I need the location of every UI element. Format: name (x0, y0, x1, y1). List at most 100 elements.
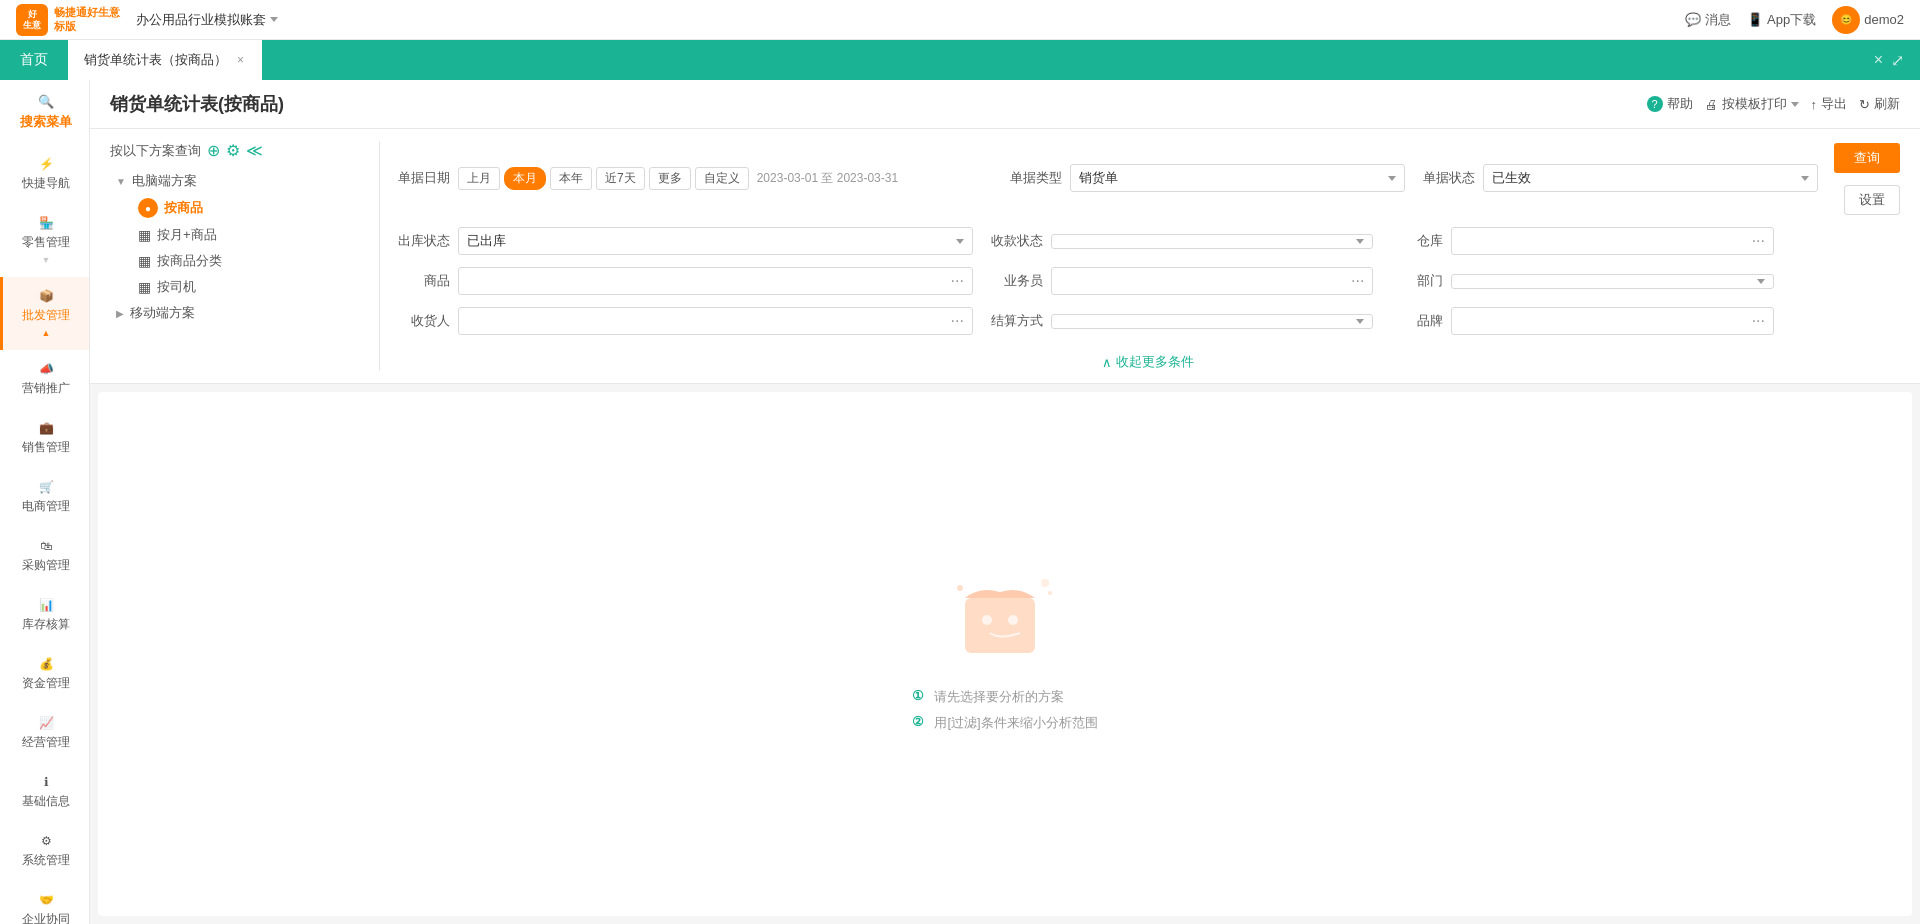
sidebar-item-retail[interactable]: 🏪 零售管理 ▼ (0, 204, 89, 277)
filter-group-outstatus: 出库状态 已出库 (396, 227, 973, 255)
sidebar-item-search-menu[interactable]: 🔍 搜索菜单 (0, 80, 89, 145)
scheme-active-icon: ● (138, 198, 158, 218)
svg-point-5 (1041, 579, 1049, 587)
tree-section-pc[interactable]: ▼ 电脑端方案 (110, 168, 367, 194)
svg-rect-0 (965, 598, 1035, 653)
window-close-button[interactable]: × (1874, 51, 1883, 69)
svg-point-1 (982, 615, 992, 625)
outstatus-select[interactable]: 已出库 (458, 227, 973, 255)
sidebar-item-operations[interactable]: 📈 经营管理 (0, 704, 89, 763)
outstatus-value: 已出库 (467, 232, 506, 250)
salesman-input[interactable]: ··· (1051, 267, 1374, 295)
salesman-more-icon[interactable]: ··· (1351, 272, 1364, 290)
date-more-button[interactable]: 更多 (649, 167, 691, 190)
app-selector[interactable]: 办公用品行业模拟账套 (128, 7, 286, 33)
filter-row-1: 单据日期 上月 本月 本年 近7天 更多 自定义 2023-03-01 至 20… (396, 141, 1900, 215)
empty-text: ① 请先选择要分析的方案 ② 用[过滤]条件来缩小分析范围 (912, 688, 1097, 740)
brand-more-icon[interactable]: ··· (1752, 312, 1765, 330)
tree-section-mobile[interactable]: ▶ 移动端方案 (110, 300, 367, 326)
date-this-year-button[interactable]: 本年 (550, 167, 592, 190)
filter-group-warehouse: 仓库 ··· (1389, 227, 1774, 255)
empty-svg (945, 568, 1065, 668)
inventory-icon: 📊 (39, 598, 54, 612)
window-maximize-button[interactable]: ⤢ (1891, 51, 1904, 70)
payment-label: 结算方式 (989, 312, 1043, 330)
tab-active[interactable]: 销货单统计表（按商品） × (68, 40, 262, 80)
help-button[interactable]: ? 帮助 (1647, 95, 1693, 113)
app-download-button[interactable]: 📱 App下载 (1747, 11, 1816, 29)
query-btn-group: 查询 设置 (1834, 141, 1900, 215)
filter-group-receiver: 收货人 ··· (396, 307, 973, 335)
date-custom-button[interactable]: 自定义 (695, 167, 749, 190)
tree-item-by-category[interactable]: ▦ 按商品分类 (110, 248, 367, 274)
warehouse-more-icon[interactable]: ··· (1752, 232, 1765, 250)
docstatus-select[interactable]: 已生效 (1483, 164, 1818, 192)
goods-input[interactable]: ··· (458, 267, 973, 295)
enterprise-icon: 🤝 (39, 893, 54, 907)
tree-arrow-icon: ▼ (116, 176, 126, 187)
collapse-up-icon: ∧ (1102, 355, 1112, 370)
sidebar-item-finance[interactable]: 💰 资金管理 (0, 645, 89, 704)
sidebar-item-ecommerce[interactable]: 🛒 电商管理 (0, 468, 89, 527)
scheme-settings-button[interactable]: ⚙ (226, 141, 240, 160)
sales-icon: 💼 (39, 421, 54, 435)
chevron-up-icon: ▲ (42, 328, 51, 338)
user-menu[interactable]: 😊 demo2 (1832, 6, 1904, 34)
tab-home[interactable]: 首页 (0, 40, 68, 80)
settings-button[interactable]: 设置 (1844, 185, 1900, 215)
filter-row-3: 商品 ··· 业务员 ··· 部门 (396, 267, 1900, 295)
sidebar-item-enterprise[interactable]: 🤝 企业协同 (0, 881, 89, 924)
print-button[interactable]: 🖨 按模板打印 (1705, 95, 1799, 113)
sidebar-item-inventory[interactable]: 📊 库存核算 (0, 586, 89, 645)
payment-select[interactable] (1051, 314, 1374, 329)
doctype-dropdown-icon (1388, 176, 1396, 181)
sidebar-item-sales[interactable]: 💼 销售管理 (0, 409, 89, 468)
add-scheme-button[interactable]: ⊕ (207, 141, 220, 160)
collapse-button[interactable]: ∧ 收起更多条件 (396, 347, 1900, 371)
tree-item-by-goods[interactable]: ● 按商品 (110, 194, 367, 222)
sidebar-item-marketing[interactable]: 📣 营销推广 (0, 350, 89, 409)
receiptstatus-select[interactable] (1051, 234, 1374, 249)
receiver-label: 收货人 (396, 312, 450, 330)
svg-point-2 (1008, 615, 1018, 625)
export-button[interactable]: ↑ 导出 (1811, 95, 1848, 113)
tree-item-by-month-goods[interactable]: ▦ 按月+商品 (110, 222, 367, 248)
filter-group-salesman: 业务员 ··· (989, 267, 1374, 295)
refresh-button[interactable]: ↻ 刷新 (1859, 95, 1900, 113)
purchase-icon: 🛍 (40, 539, 52, 553)
receiver-input[interactable]: ··· (458, 307, 973, 335)
filter-group-brand: 品牌 ··· (1389, 307, 1774, 335)
scheme-icon: ▦ (138, 227, 151, 243)
page-title: 销货单统计表(按商品) (110, 92, 284, 128)
sidebar-item-system[interactable]: ⚙ 系统管理 (0, 822, 89, 881)
query-button[interactable]: 查询 (1834, 143, 1900, 173)
tab-close-button[interactable]: × (235, 51, 246, 69)
doctype-select[interactable]: 销货单 (1070, 164, 1405, 192)
message-button[interactable]: 💬 消息 (1685, 11, 1731, 29)
svg-point-3 (957, 585, 963, 591)
logo-icon: 好生意 (16, 4, 48, 36)
date-last-month-button[interactable]: 上月 (458, 167, 500, 190)
page-actions: ? 帮助 🖨 按模板打印 ↑ 导出 ↻ 刷新 (1647, 95, 1901, 125)
collapse-sidebar-button[interactable]: ≪ (246, 141, 263, 160)
operations-icon: 📈 (39, 716, 54, 730)
date-this-month-button[interactable]: 本月 (504, 167, 546, 190)
filter-row-2: 出库状态 已出库 收款状态 (396, 227, 1900, 255)
page-header: 销货单统计表(按商品) ? 帮助 🖨 按模板打印 ↑ 导出 ↻ 刷新 (90, 80, 1920, 129)
sidebar-item-wholesale[interactable]: 📦 批发管理 ▲ (0, 277, 89, 350)
date-last-7days-button[interactable]: 近7天 (596, 167, 645, 190)
receiver-more-icon[interactable]: ··· (951, 312, 964, 330)
goods-more-icon[interactable]: ··· (951, 272, 964, 290)
svg-point-4 (1048, 591, 1052, 595)
dept-select[interactable] (1451, 274, 1774, 289)
finance-icon: 💰 (39, 657, 54, 671)
salesman-label: 业务员 (989, 272, 1043, 290)
sidebar: 🔍 搜索菜单 ⚡ 快捷导航 🏪 零售管理 ▼ 📦 批发管理 ▲ 📣 营销推广 💼… (0, 80, 90, 924)
brand-input[interactable]: ··· (1451, 307, 1774, 335)
sidebar-item-quick-nav[interactable]: ⚡ 快捷导航 (0, 145, 89, 204)
sidebar-item-basic[interactable]: ℹ 基础信息 (0, 763, 89, 822)
sidebar-item-purchase[interactable]: 🛍 采购管理 (0, 527, 89, 586)
warehouse-input[interactable]: ··· (1451, 227, 1774, 255)
tree-item-by-driver[interactable]: ▦ 按司机 (110, 274, 367, 300)
warehouse-label: 仓库 (1389, 232, 1443, 250)
